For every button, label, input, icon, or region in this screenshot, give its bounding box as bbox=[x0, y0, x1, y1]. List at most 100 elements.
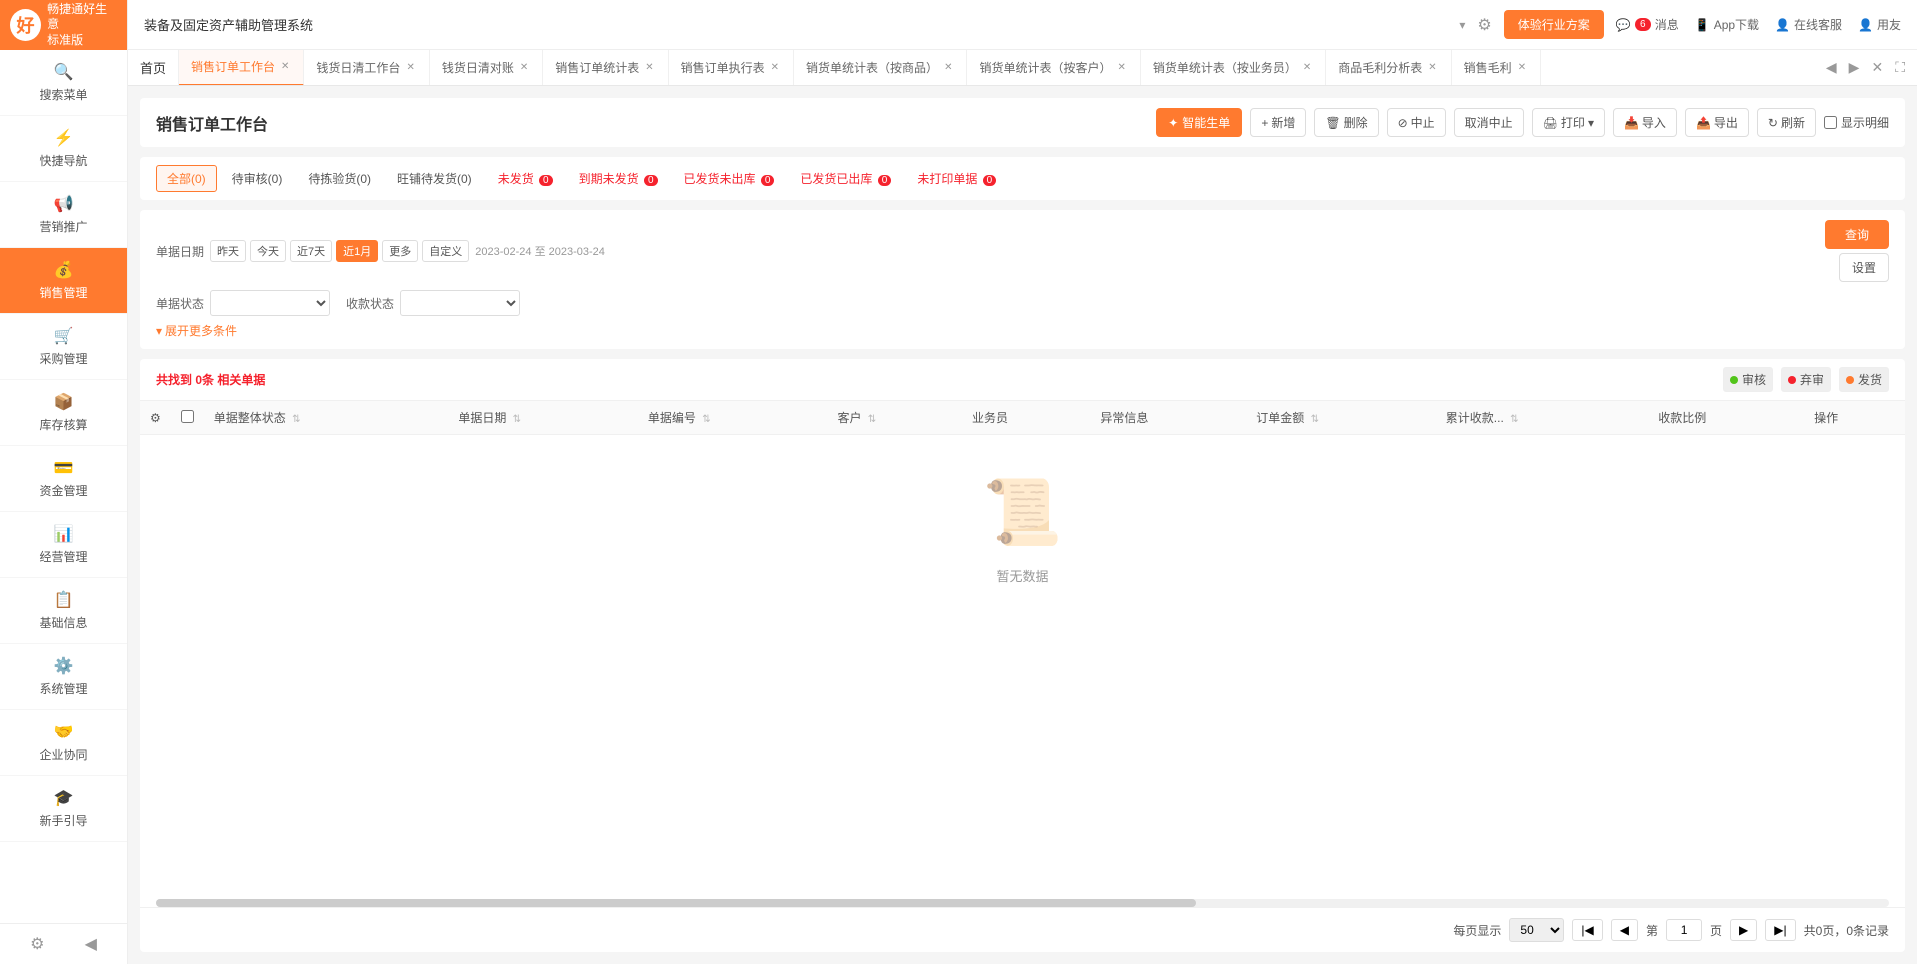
date-btn-custom[interactable]: 自定义 bbox=[422, 240, 469, 262]
filter-settings-button[interactable]: 设置 bbox=[1839, 253, 1889, 282]
phone-icon: 📱 bbox=[1695, 18, 1710, 32]
select-all-checkbox[interactable] bbox=[181, 410, 194, 423]
experience-button[interactable]: 体验行业方案 bbox=[1504, 10, 1604, 39]
th-settings[interactable]: ⚙ bbox=[140, 401, 171, 435]
sidebar-item-finance[interactable]: 💳 资金管理 bbox=[0, 446, 127, 512]
import-button[interactable]: 📥 导入 bbox=[1613, 108, 1677, 137]
prev-page-btn[interactable]: ◀ bbox=[1611, 919, 1638, 941]
tab-close-all[interactable]: ✕ bbox=[1867, 57, 1887, 78]
sub-tab-pending-review[interactable]: 待审核(0) bbox=[221, 165, 294, 192]
tab-sales-exec[interactable]: 销售订单执行表 ✕ bbox=[669, 50, 794, 86]
tab-sales-stats[interactable]: 销售订单统计表 ✕ bbox=[543, 50, 668, 86]
tab-sales-profit[interactable]: 销售毛利 ✕ bbox=[1452, 50, 1541, 86]
status-select[interactable] bbox=[210, 290, 330, 316]
tab-sales-product[interactable]: 销货单统计表（按商品） ✕ bbox=[794, 50, 967, 86]
show-details-input[interactable] bbox=[1824, 116, 1837, 129]
sidebar-item-purchase[interactable]: 🛒 采购管理 bbox=[0, 314, 127, 380]
chevron-down-icon: ▾ bbox=[1588, 116, 1594, 130]
last-page-btn[interactable]: ▶| bbox=[1765, 919, 1795, 941]
tab-close-sales-profit[interactable]: ✕ bbox=[1516, 61, 1528, 74]
tab-sales-staff[interactable]: 销货单统计表（按业务员） ✕ bbox=[1141, 50, 1326, 86]
tab-sales-customer[interactable]: 销货单统计表（按客户） ✕ bbox=[967, 50, 1140, 86]
page-number-input[interactable] bbox=[1666, 919, 1702, 941]
date-btn-1month[interactable]: 近1月 bbox=[336, 240, 378, 262]
app-download-btn[interactable]: 📱 App下载 bbox=[1695, 16, 1759, 33]
cancel-stop-button[interactable]: 取消中止 bbox=[1454, 108, 1524, 137]
sub-tab-not-printed[interactable]: 未打印单据 0 bbox=[906, 165, 1007, 192]
sub-tab-shipped-not-out[interactable]: 已发货未出库 0 bbox=[673, 165, 786, 192]
expand-conditions-button[interactable]: ▾ 展开更多条件 bbox=[156, 322, 237, 339]
sidebar-item-sales[interactable]: 💰 销售管理 bbox=[0, 248, 127, 314]
sub-tab-all[interactable]: 全部(0) bbox=[156, 165, 217, 192]
tab-cash-daily[interactable]: 钱货日清工作台 ✕ bbox=[304, 50, 429, 86]
sub-tab-not-shipped[interactable]: 未发货 0 bbox=[487, 165, 564, 192]
sub-tab-overdue[interactable]: 到期未发货 0 bbox=[568, 165, 669, 192]
sidebar-item-marketing[interactable]: 📢 营销推广 bbox=[0, 182, 127, 248]
query-button[interactable]: 查询 bbox=[1825, 220, 1889, 249]
sidebar-item-inventory[interactable]: 📦 库存核算 bbox=[0, 380, 127, 446]
sub-tab-pending-check[interactable]: 待拣验货(0) bbox=[297, 165, 382, 192]
date-btn-7days[interactable]: 近7天 bbox=[290, 240, 332, 262]
export-button[interactable]: 📤 导出 bbox=[1685, 108, 1749, 137]
sidebar-item-search[interactable]: 🔍 搜索菜单 bbox=[0, 50, 127, 116]
new-button[interactable]: + 新增 bbox=[1250, 108, 1306, 137]
page-suffix: 页 bbox=[1710, 922, 1722, 939]
tab-cash-reconcile[interactable]: 钱货日清对账 ✕ bbox=[430, 50, 543, 86]
sidebar-item-label: 快捷导航 bbox=[39, 152, 87, 169]
tab-home[interactable]: 首页 bbox=[128, 50, 179, 86]
sub-tab-wangpu[interactable]: 旺铺待发货(0) bbox=[386, 165, 483, 192]
delete-button[interactable]: 🗑 删除 bbox=[1314, 108, 1378, 137]
tab-close-profit[interactable]: ✕ bbox=[1426, 61, 1438, 74]
tab-sales-workbench[interactable]: 销售订单工作台 ✕ bbox=[179, 50, 304, 86]
smart-generate-button[interactable]: ✦ 智能生单 bbox=[1156, 108, 1242, 137]
per-page-select[interactable]: 50 100 200 bbox=[1509, 918, 1564, 942]
refresh-button[interactable]: ↻ 刷新 bbox=[1757, 108, 1816, 137]
tab-close-sales-customer[interactable]: ✕ bbox=[1115, 61, 1127, 74]
tab-close-cash-daily[interactable]: ✕ bbox=[404, 61, 416, 74]
filter-actions: 查询 设置 bbox=[1825, 220, 1889, 282]
tab-close-sales-staff[interactable]: ✕ bbox=[1301, 61, 1313, 74]
sidebar-item-basic-info[interactable]: 📋 基础信息 bbox=[0, 578, 127, 644]
date-btn-more[interactable]: 更多 bbox=[382, 240, 418, 262]
print-button[interactable]: 🖨 打印 ▾ bbox=[1532, 108, 1605, 137]
th-checkbox[interactable] bbox=[171, 401, 204, 435]
next-page-btn[interactable]: ▶ bbox=[1730, 919, 1757, 941]
sidebar-item-operations[interactable]: 📊 经营管理 bbox=[0, 512, 127, 578]
tab-fullscreen[interactable]: ⛶ bbox=[1891, 57, 1909, 78]
date-btn-yesterday[interactable]: 昨天 bbox=[210, 240, 246, 262]
message-btn[interactable]: 💬 6 消息 bbox=[1616, 16, 1679, 33]
tab-close-sales-stats[interactable]: ✕ bbox=[643, 61, 655, 74]
scrollbar-thumb[interactable] bbox=[156, 899, 1196, 907]
tab-close-sales-exec[interactable]: ✕ bbox=[769, 61, 781, 74]
date-btn-today[interactable]: 今天 bbox=[250, 240, 286, 262]
horizontal-scrollbar[interactable] bbox=[156, 899, 1889, 907]
ship-button[interactable]: 发货 bbox=[1839, 367, 1889, 392]
settings-footer-btn[interactable]: ⚙ bbox=[30, 934, 44, 954]
sidebar-item-tutorial[interactable]: 🎓 新手引导 bbox=[0, 776, 127, 842]
collapse-btn[interactable]: ◀ bbox=[85, 934, 97, 954]
tab-close-sales-product[interactable]: ✕ bbox=[942, 61, 954, 74]
sub-tab-shipped-out[interactable]: 已发货已出库 0 bbox=[789, 165, 902, 192]
operations-icon: 📊 bbox=[54, 524, 74, 544]
tab-scroll-right[interactable]: ▶ bbox=[1845, 57, 1864, 78]
reject-button[interactable]: 弃审 bbox=[1781, 367, 1831, 392]
show-details-checkbox[interactable]: 显示明细 bbox=[1824, 114, 1889, 131]
settings-icon[interactable]: ⚙ bbox=[1477, 15, 1491, 35]
enterprise-icon: 🤝 bbox=[54, 722, 74, 742]
sidebar-item-quicknav[interactable]: ⚡ 快捷导航 bbox=[0, 116, 127, 182]
first-page-btn[interactable]: |◀ bbox=[1572, 919, 1602, 941]
dropdown-arrow[interactable]: ▾ bbox=[1459, 18, 1465, 32]
online-service-btn[interactable]: 👤 在线客服 bbox=[1775, 16, 1842, 33]
tab-profit-analysis[interactable]: 商品毛利分析表 ✕ bbox=[1326, 50, 1451, 86]
tab-scroll-left[interactable]: ◀ bbox=[1822, 57, 1841, 78]
sidebar-item-system[interactable]: ⚙️ 系统管理 bbox=[0, 644, 127, 710]
approve-button[interactable]: 审核 bbox=[1723, 367, 1773, 392]
sidebar-item-label: 新手引导 bbox=[39, 812, 87, 829]
sidebar-item-enterprise[interactable]: 🤝 企业协同 bbox=[0, 710, 127, 776]
payment-select[interactable] bbox=[400, 290, 520, 316]
tab-close-sales-workbench[interactable]: ✕ bbox=[279, 60, 291, 73]
user-btn[interactable]: 👤 用友 bbox=[1858, 16, 1901, 33]
star-icon: ✦ bbox=[1168, 116, 1178, 130]
stop-button[interactable]: ⊘ 中止 bbox=[1387, 108, 1446, 137]
tab-close-cash-reconcile[interactable]: ✕ bbox=[518, 61, 530, 74]
